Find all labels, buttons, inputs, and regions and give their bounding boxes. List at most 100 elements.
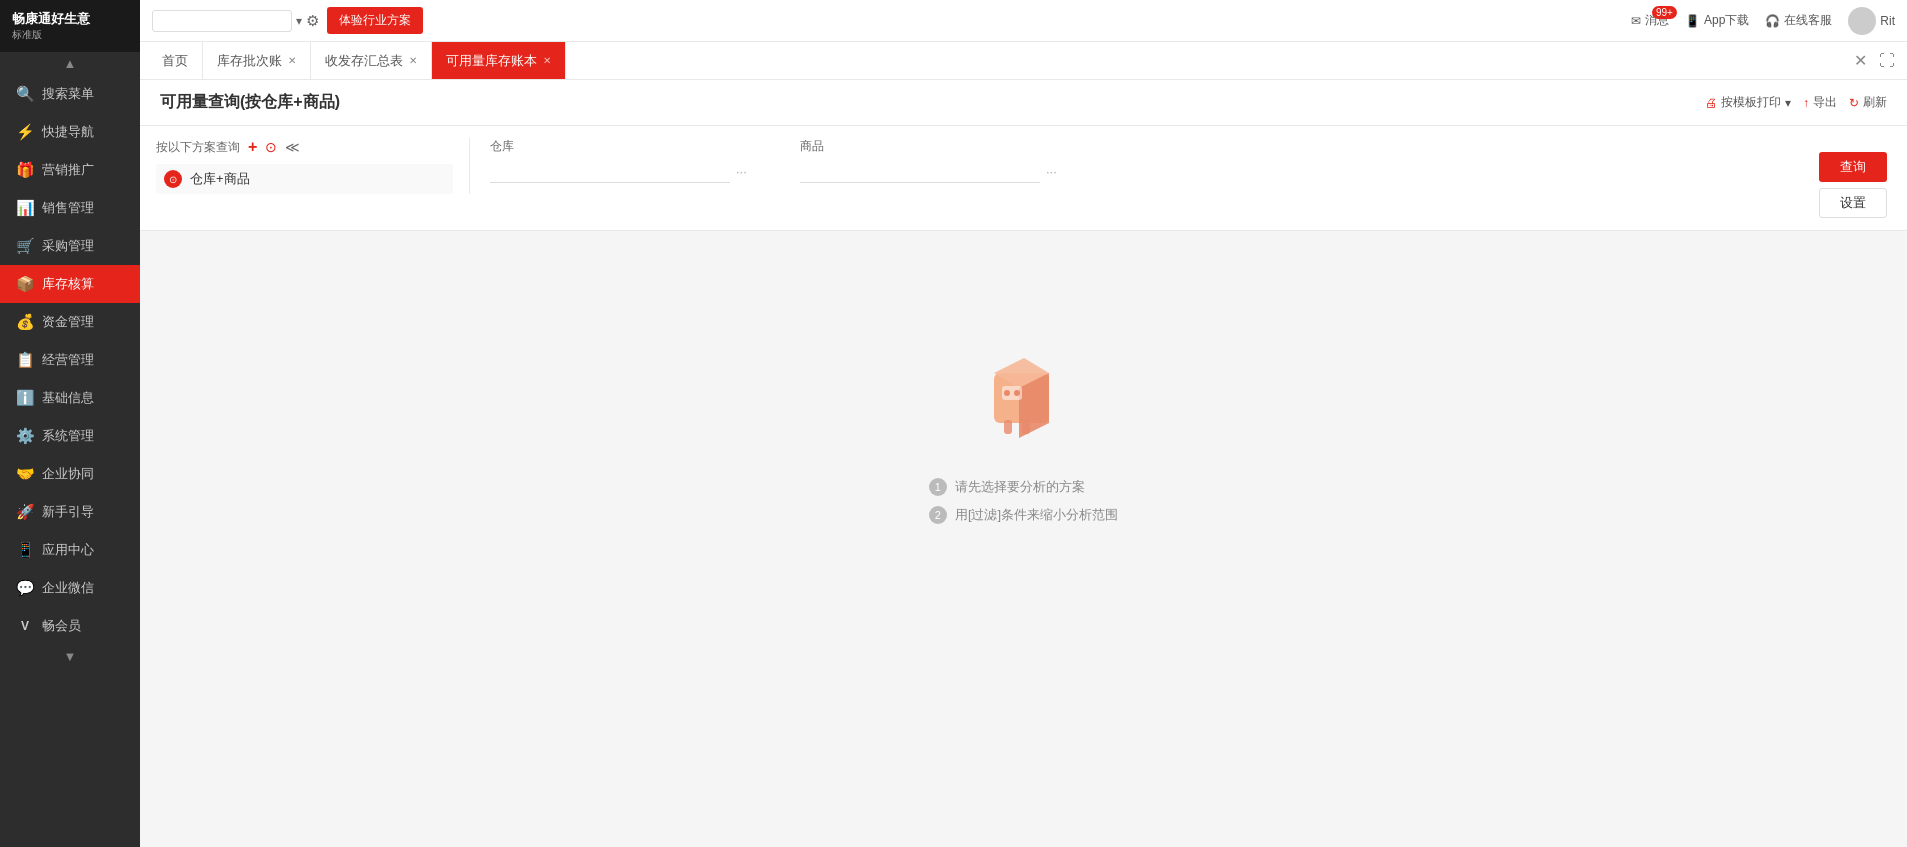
refresh-action[interactable]: ↻ 刷新 (1849, 94, 1887, 111)
tabs-bar: 首页 库存批次账 ✕ 收发存汇总表 ✕ 可用量库存账本 ✕ ✕ ⛶ (140, 42, 1907, 80)
sidebar-item-label: 新手引导 (42, 503, 94, 521)
tab-batch-account[interactable]: 库存批次账 ✕ (203, 42, 311, 80)
export-label: 导出 (1813, 94, 1837, 111)
app-download-btn[interactable]: 📱 App下载 (1685, 12, 1749, 29)
tab-home[interactable]: 首页 (148, 42, 203, 80)
online-service-btn[interactable]: 🎧 在线客服 (1765, 12, 1832, 29)
quick-nav-icon: ⚡ (16, 123, 34, 141)
sidebar-item-member[interactable]: V 畅会员 (0, 607, 140, 645)
sidebar-scroll-up[interactable]: ▲ (0, 52, 140, 75)
scheme-item-icon: ⊙ (164, 170, 182, 188)
search-icon: 🔍 (16, 85, 34, 103)
sidebar: 畅康通好生意 标准版 ▲ 🔍 搜索菜单 ⚡ 快捷导航 🎁 营销推广 📊 销售管理… (0, 0, 140, 847)
user-area[interactable]: Rit (1848, 7, 1895, 35)
sidebar-item-basic-info[interactable]: ℹ️ 基础信息 (0, 379, 140, 417)
sidebar-item-search[interactable]: 🔍 搜索菜单 (0, 75, 140, 113)
sidebar-item-management[interactable]: 📋 经营管理 (0, 341, 140, 379)
sidebar-item-label: 采购管理 (42, 237, 94, 255)
tab-summary[interactable]: 收发存汇总表 ✕ (311, 42, 432, 80)
tab-summary-close[interactable]: ✕ (409, 55, 417, 66)
sidebar-item-label: 系统管理 (42, 427, 94, 445)
tab-available-close[interactable]: ✕ (543, 55, 551, 66)
sidebar-item-guide[interactable]: 🚀 新手引导 (0, 493, 140, 531)
tab-batch-account-close[interactable]: ✕ (288, 55, 296, 66)
empty-tip-1: 1 请先选择要分析的方案 (929, 478, 1118, 496)
tab-available[interactable]: 可用量库存账本 ✕ (432, 42, 566, 80)
sidebar-item-purchase[interactable]: 🛒 采购管理 (0, 227, 140, 265)
guide-icon: 🚀 (16, 503, 34, 521)
tip-text-1: 请先选择要分析的方案 (955, 478, 1085, 496)
sidebar-item-system[interactable]: ⚙️ 系统管理 (0, 417, 140, 455)
print-icon: 🖨 (1705, 96, 1717, 110)
warehouse-input-row: ··· (490, 159, 770, 183)
empty-icon-svg (974, 348, 1074, 448)
sidebar-item-sales[interactable]: 📊 销售管理 (0, 189, 140, 227)
export-action[interactable]: ↑ 导出 (1803, 94, 1837, 111)
sidebar-item-label: 快捷导航 (42, 123, 94, 141)
tab-home-label: 首页 (162, 52, 188, 70)
sidebar-item-enterprise[interactable]: 🤝 企业协同 (0, 455, 140, 493)
refresh-label: 刷新 (1863, 94, 1887, 111)
settings-btn[interactable]: 设置 (1819, 188, 1887, 218)
scheme-item-label: 仓库+商品 (190, 170, 250, 188)
collapse-icon[interactable]: ≪ (285, 139, 300, 155)
warehouse-field-label: 仓库 (490, 138, 770, 155)
sidebar-item-label: 畅会员 (42, 617, 81, 635)
headset-icon: 🎧 (1765, 14, 1780, 28)
management-icon: 📋 (16, 351, 34, 369)
filter-action-btns: 查询 设置 (1819, 138, 1887, 218)
add-scheme-btn[interactable]: + (248, 138, 257, 156)
sidebar-item-inventory[interactable]: 📦 库存核算 (0, 265, 140, 303)
message-icon: ✉ (1631, 14, 1641, 28)
tabs-right-actions: ✕ ⛶ (1850, 51, 1907, 70)
print-label: 按模板打印 (1721, 94, 1781, 111)
goods-more-icon[interactable]: ··· (1046, 164, 1057, 179)
sidebar-scroll-down[interactable]: ▼ (0, 645, 140, 668)
sidebar-item-marketing[interactable]: 🎁 营销推广 (0, 151, 140, 189)
scheme-selector: 按以下方案查询 + ⊙ ≪ ⊙ 仓库+商品 (140, 138, 470, 194)
username: Rit (1880, 14, 1895, 28)
enterprise-icon: 🤝 (16, 465, 34, 483)
goods-field-label: 商品 (800, 138, 1080, 155)
online-service-label: 在线客服 (1784, 12, 1832, 29)
topbar-search-input[interactable] (152, 10, 292, 32)
scheme-label: 按以下方案查询 (156, 139, 240, 156)
trial-btn[interactable]: 体验行业方案 (327, 7, 423, 34)
goods-input[interactable] (800, 159, 1040, 183)
warehouse-field: 仓库 ··· (490, 138, 770, 183)
sidebar-scroll: ▲ 🔍 搜索菜单 ⚡ 快捷导航 🎁 营销推广 📊 销售管理 🛒 采购管理 📦 库… (0, 52, 140, 847)
refresh-icon: ↻ (1849, 96, 1859, 110)
svg-point-5 (1014, 390, 1020, 396)
sidebar-item-finance[interactable]: 💰 资金管理 (0, 303, 140, 341)
scheme-item-warehouse-goods[interactable]: ⊙ 仓库+商品 (156, 164, 453, 194)
sidebar-item-wecom[interactable]: 💬 企业微信 (0, 569, 140, 607)
topbar-dropdown-icon[interactable]: ▾ (296, 14, 302, 28)
marketing-icon: 🎁 (16, 161, 34, 179)
sidebar-item-label: 基础信息 (42, 389, 94, 407)
member-icon: V (16, 617, 34, 635)
main-area: ▾ ⚙ 体验行业方案 ✉ 消息 99+ 📱 App下载 🎧 在线客服 Rit (140, 0, 1907, 847)
message-btn[interactable]: ✉ 消息 99+ (1631, 12, 1669, 29)
sidebar-item-label: 应用中心 (42, 541, 94, 559)
close-all-btn[interactable]: ✕ (1850, 51, 1871, 70)
print-action[interactable]: 🖨 按模板打印 ▾ (1705, 94, 1791, 111)
topbar-search-area: ▾ ⚙ (152, 10, 319, 32)
goods-input-row: ··· (800, 159, 1080, 183)
sidebar-item-quick-nav[interactable]: ⚡ 快捷导航 (0, 113, 140, 151)
print-dropdown-icon[interactable]: ▾ (1785, 96, 1791, 110)
wecom-icon: 💬 (16, 579, 34, 597)
tab-batch-account-label: 库存批次账 (217, 52, 282, 70)
sidebar-item-app-center[interactable]: 📱 应用中心 (0, 531, 140, 569)
sidebar-item-label: 经营管理 (42, 351, 94, 369)
scheme-settings-icon[interactable]: ⊙ (265, 139, 277, 155)
sidebar-item-label: 库存核算 (42, 275, 94, 293)
empty-illustration (964, 338, 1084, 458)
maximize-btn[interactable]: ⛶ (1875, 52, 1899, 70)
query-btn[interactable]: 查询 (1819, 152, 1887, 182)
sidebar-item-label: 搜索菜单 (42, 85, 94, 103)
tip-num-2: 2 (929, 506, 947, 524)
tip-num-1: 1 (929, 478, 947, 496)
topbar-gear-icon[interactable]: ⚙ (306, 12, 319, 30)
warehouse-more-icon[interactable]: ··· (736, 164, 747, 179)
warehouse-input[interactable] (490, 159, 730, 183)
